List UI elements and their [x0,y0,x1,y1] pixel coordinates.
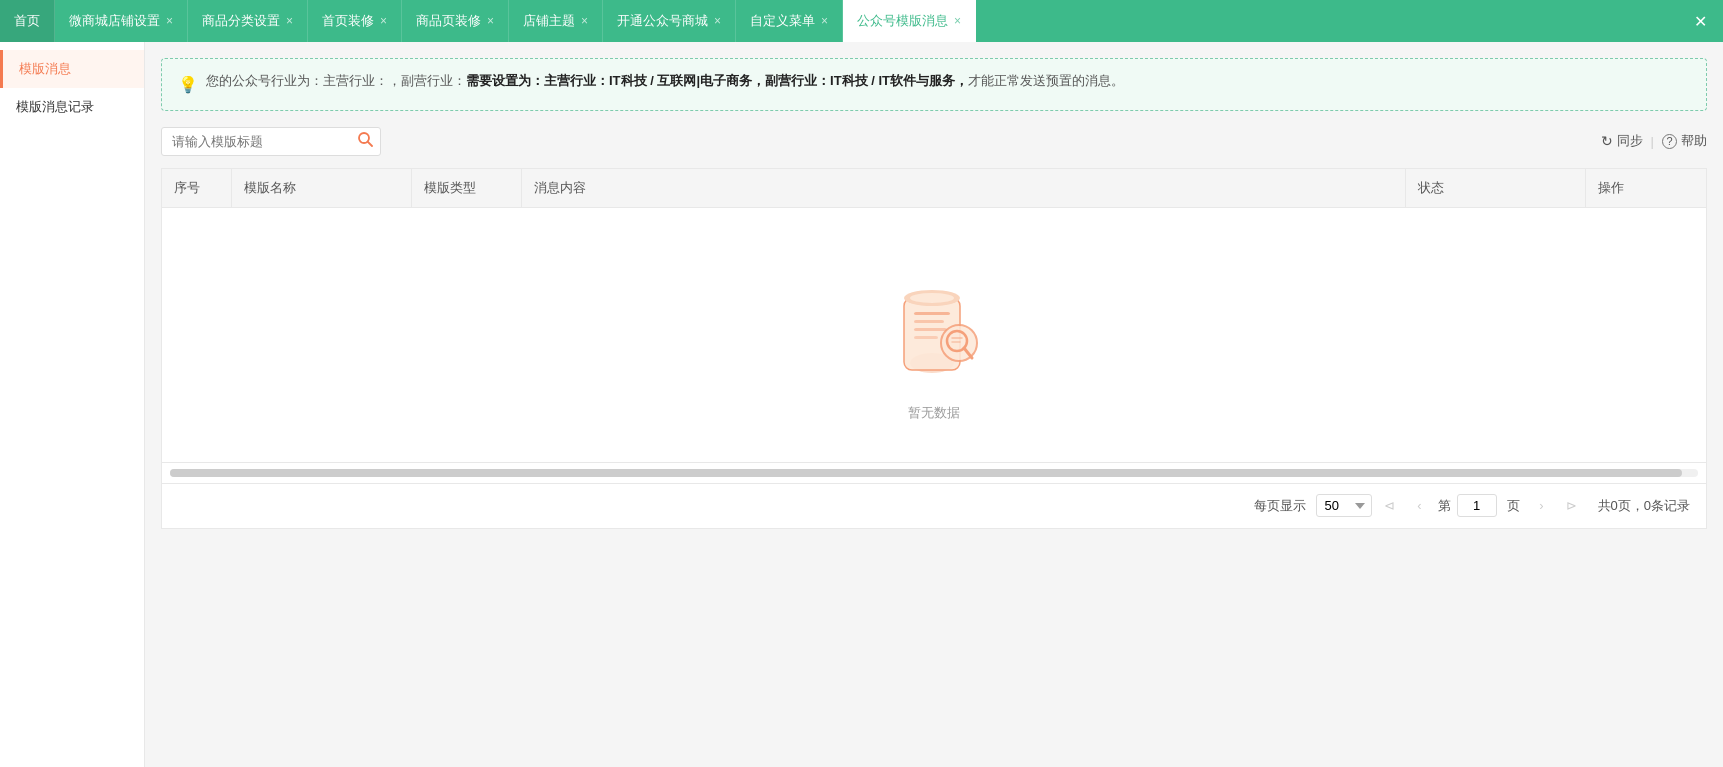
info-banner-prefix: 您的公众号行业为：主营行业：，副营行业： [206,73,466,88]
help-icon: ? [1662,134,1677,149]
search-button[interactable] [358,132,373,150]
sidebar-item-template-log-label: 模版消息记录 [16,99,94,114]
pagination: 每页显示 50 10 20 100 ⊲ ‹ 第 页 › ⊳ 共0页，0条记录 [162,483,1706,528]
tab-theme-close[interactable]: × [581,14,588,28]
col-name: 模版名称 [232,169,412,207]
horizontal-scrollbar[interactable] [162,462,1706,483]
next-page-button[interactable]: › [1530,494,1554,518]
top-nav: 首页 微商城店铺设置 × 商品分类设置 × 首页装修 × 商品页装修 × 店铺主… [0,0,1723,42]
sidebar-item-template-msg[interactable]: 模版消息 [0,50,144,88]
tab-theme-label: 店铺主题 [523,12,575,30]
tab-product[interactable]: 商品页装修 × [402,0,509,42]
page-size-label: 每页显示 [1254,497,1306,515]
info-banner-text: 您的公众号行业为：主营行业：，副营行业：需要设置为：主营行业：IT科技 / 互联… [206,71,1124,92]
tab-homepage-label: 首页装修 [322,12,374,30]
data-table: 序号 模版名称 模版类型 消息内容 状态 操作 [161,168,1707,529]
svg-rect-5 [914,312,950,315]
scrollbar-track [170,469,1698,477]
total-info: 共0页，0条记录 [1598,497,1690,515]
col-action: 操作 [1586,169,1706,207]
tab-weshop[interactable]: 微商城店铺设置 × [55,0,188,42]
col-status: 状态 [1406,169,1586,207]
help-button[interactable]: ? 帮助 [1662,132,1707,150]
sync-button[interactable]: ↻ 同步 [1601,132,1643,150]
content-area: 💡 您的公众号行业为：主营行业：，副营行业：需要设置为：主营行业：IT科技 / … [145,42,1723,767]
svg-rect-6 [914,320,944,323]
page-label: 第 [1438,497,1451,515]
svg-line-1 [368,142,372,146]
tab-product-label: 商品页装修 [416,12,481,30]
tab-category-label: 商品分类设置 [202,12,280,30]
tab-home-label: 首页 [14,12,40,30]
prev-page-button[interactable]: ‹ [1408,494,1432,518]
empty-state: 暂无数据 [162,208,1706,462]
sidebar-item-template-log[interactable]: 模版消息记录 [0,88,144,126]
svg-point-10 [910,293,954,303]
tab-openstore-close[interactable]: × [714,14,721,28]
page-size-select[interactable]: 50 10 20 100 [1316,494,1372,517]
search-input-wrap [161,127,381,156]
tab-homepage[interactable]: 首页装修 × [308,0,402,42]
tab-category-close[interactable]: × [286,14,293,28]
scrollbar-thumb[interactable] [170,469,1682,477]
tab-custommenu-close[interactable]: × [821,14,828,28]
help-label: 帮助 [1681,132,1707,150]
search-right: ↻ 同步 | ? 帮助 [1601,132,1707,150]
tab-template-label: 公众号模版消息 [857,12,948,30]
sync-label: 同步 [1617,132,1643,150]
last-page-button[interactable]: ⊳ [1560,494,1584,518]
sidebar-item-template-msg-label: 模版消息 [19,61,71,76]
bulb-icon: 💡 [178,72,198,98]
tab-openstore[interactable]: 开通公众号商城 × [603,0,736,42]
col-content: 消息内容 [522,169,1406,207]
tab-weshop-label: 微商城店铺设置 [69,12,160,30]
search-input[interactable] [161,127,381,156]
tab-home[interactable]: 首页 [0,0,55,42]
col-index: 序号 [162,169,232,207]
info-banner: 💡 您的公众号行业为：主营行业：，副营行业：需要设置为：主营行业：IT科技 / … [161,58,1707,111]
tab-openstore-label: 开通公众号商城 [617,12,708,30]
tab-template[interactable]: 公众号模版消息 × [843,0,976,42]
tab-custommenu-label: 自定义菜单 [750,12,815,30]
sync-icon: ↻ [1601,133,1613,149]
tab-product-close[interactable]: × [487,14,494,28]
main-layout: 模版消息 模版消息记录 💡 您的公众号行业为：主营行业：，副营行业：需要设置为：… [0,42,1723,767]
sidebar: 模版消息 模版消息记录 [0,42,145,767]
empty-text: 暂无数据 [908,404,960,422]
col-type: 模版类型 [412,169,522,207]
tab-template-close[interactable]: × [954,14,961,28]
svg-rect-7 [914,328,947,331]
first-page-button[interactable]: ⊲ [1378,494,1402,518]
tab-weshop-close[interactable]: × [166,14,173,28]
page-input[interactable] [1457,494,1497,517]
tab-homepage-close[interactable]: × [380,14,387,28]
table-header: 序号 模版名称 模版类型 消息内容 状态 操作 [162,169,1706,208]
info-banner-highlight: 需要设置为：主营行业：IT科技 / 互联网|电子商务，副营行业：IT科技 / I… [466,73,968,88]
tab-theme[interactable]: 店铺主题 × [509,0,603,42]
tab-category[interactable]: 商品分类设置 × [188,0,308,42]
svg-rect-8 [914,336,938,339]
close-all-button[interactable]: ✕ [1678,0,1723,42]
page-unit: 页 [1507,497,1520,515]
info-banner-suffix: 才能正常发送预置的消息。 [968,73,1124,88]
search-bar: ↻ 同步 | ? 帮助 [161,127,1707,156]
close-all-icon: ✕ [1694,12,1707,31]
empty-illustration [874,268,994,388]
search-left [161,127,381,156]
tab-custommenu[interactable]: 自定义菜单 × [736,0,843,42]
divider: | [1651,134,1654,149]
